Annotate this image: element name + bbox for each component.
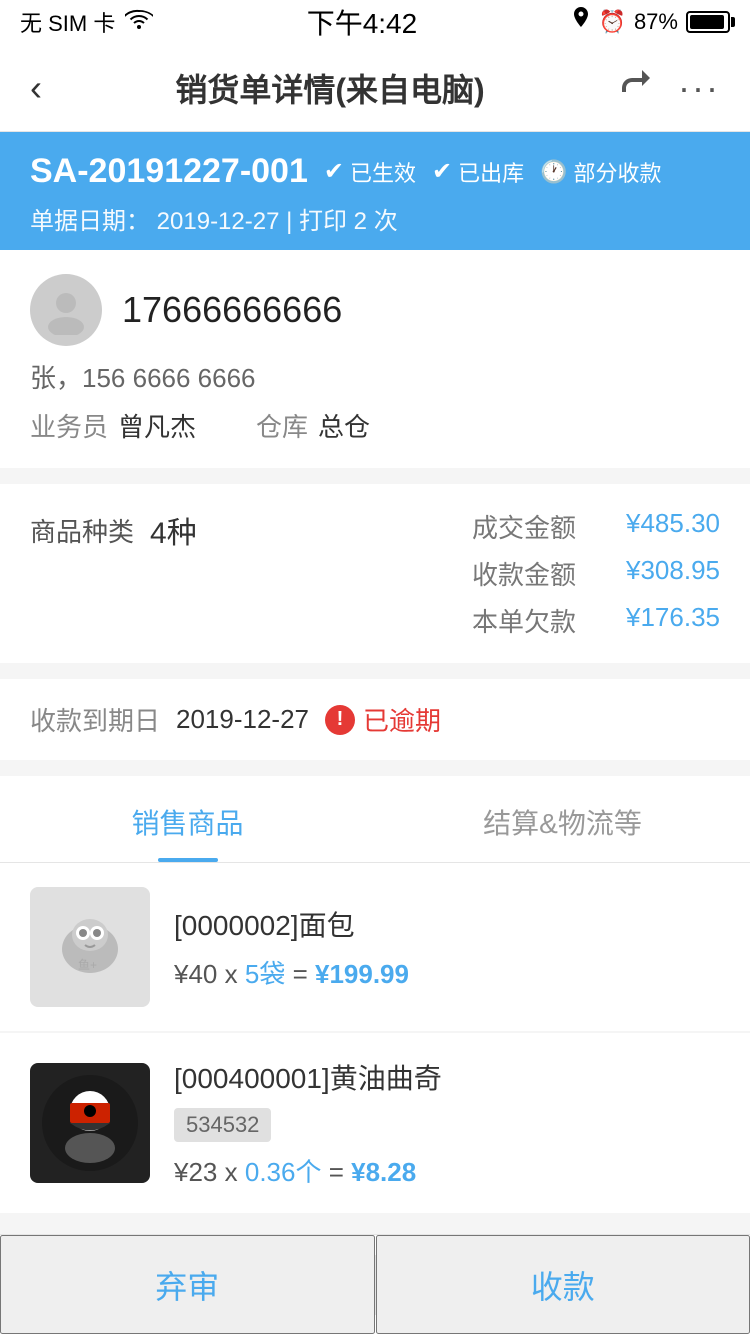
warehouse-item: 仓库 总仓: [256, 407, 370, 444]
status-bar-time: 下午4:42: [307, 2, 418, 42]
product-batch-2: 534532: [174, 1108, 271, 1142]
deal-amount-value: ¥485.30: [600, 508, 720, 545]
badge-shipped: ✔ 已出库: [432, 156, 524, 188]
nav-actions: ···: [618, 66, 720, 110]
amount-group: 成交金额 ¥485.30 收款金额 ¥308.95 本单欠款 ¥176.35: [472, 508, 720, 639]
list-item: [000400001]黄油曲奇 534532 ¥23 x 0.36个 = ¥8.…: [0, 1033, 750, 1213]
badge-partial: 🕐 部分收款: [540, 156, 661, 188]
receipt-amount-value: ¥308.95: [600, 555, 720, 592]
sales-rep-label: 业务员: [30, 407, 108, 444]
sales-rep-item: 业务员 曾凡杰: [30, 407, 196, 444]
carrier-label: 无 SIM 卡: [20, 6, 115, 38]
deal-amount-label: 成交金额: [472, 508, 576, 545]
product-price-2: ¥23 x 0.36个 = ¥8.28: [174, 1152, 720, 1189]
list-item: 鱼+ [0000002]面包 ¥40 x 5袋 = ¥199.99: [0, 863, 750, 1031]
product-qty-1: 5袋: [245, 959, 285, 989]
overdue-badge: ! 已逾期: [325, 701, 441, 738]
product-type-label: 商品种类: [30, 512, 134, 549]
battery-percent: 87%: [634, 9, 678, 35]
clock-icon: 🕐: [540, 159, 567, 185]
product-list: 鱼+ [0000002]面包 ¥40 x 5袋 = ¥199.99: [0, 863, 750, 1213]
order-id: SA-20191227-001: [30, 152, 308, 191]
sales-rep-value: 曾凡杰: [118, 407, 196, 444]
svg-text:鱼+: 鱼+: [78, 958, 97, 972]
header-banner: SA-20191227-001 ✔ 已生效 ✔ 已出库 🕐 部分收款 单据日期：…: [0, 132, 750, 250]
due-date-label: 收款到期日: [30, 701, 160, 738]
debt-amount-row: 本单欠款 ¥176.35: [472, 602, 720, 639]
warehouse-label: 仓库: [256, 407, 308, 444]
product-name-2: [000400001]黄油曲奇: [174, 1057, 720, 1097]
product-info-1: [0000002]面包 ¥40 x 5袋 = ¥199.99: [174, 904, 720, 991]
share-button[interactable]: [618, 66, 654, 110]
wifi-icon: [125, 9, 153, 35]
page-title: 销货单详情(来自电脑): [175, 65, 484, 111]
debt-amount-value: ¥176.35: [600, 602, 720, 639]
customer-row: 17666666666: [30, 274, 720, 346]
nav-bar: ‹ 销货单详情(来自电脑) ···: [0, 44, 750, 132]
deal-amount-row: 成交金额 ¥485.30: [472, 508, 720, 545]
collect-button[interactable]: 收款: [376, 1235, 750, 1334]
stats-section: 商品种类 4种 成交金额 ¥485.30 收款金额 ¥308.95 本单欠款 ¥…: [0, 484, 750, 663]
alarm-icon: ⏰: [599, 9, 626, 35]
status-bar: 无 SIM 卡 下午4:42 ⏰ 87%: [0, 0, 750, 44]
customer-id: 17666666666: [122, 289, 342, 331]
overdue-icon: !: [325, 705, 355, 735]
tabs-section: 销售商品 结算&物流等: [0, 776, 750, 863]
more-button[interactable]: ···: [678, 67, 720, 109]
debt-amount-label: 本单欠款: [472, 602, 576, 639]
product-price-1: ¥40 x 5袋 = ¥199.99: [174, 954, 720, 991]
banner-top: SA-20191227-001 ✔ 已生效 ✔ 已出库 🕐 部分收款: [30, 152, 720, 191]
stats-grid: 商品种类 4种 成交金额 ¥485.30 收款金额 ¥308.95 本单欠款 ¥…: [30, 508, 720, 639]
check-icon-1: ✔: [324, 157, 344, 186]
product-type-group: 商品种类 4种: [30, 508, 197, 552]
overdue-text: 已逾期: [363, 701, 441, 738]
status-bar-left: 无 SIM 卡: [20, 6, 153, 38]
product-type-count: 4种: [150, 508, 197, 552]
receipt-amount-row: 收款金额 ¥308.95: [472, 555, 720, 592]
customer-section: 17666666666 张，156 6666 6666 业务员 曾凡杰 仓库 总…: [0, 250, 750, 468]
product-thumbnail-2: [30, 1063, 150, 1183]
customer-meta: 业务员 曾凡杰 仓库 总仓: [30, 407, 720, 444]
warehouse-value: 总仓: [318, 407, 370, 444]
battery-icon: [686, 11, 730, 33]
status-bar-right: ⏰ 87%: [571, 7, 730, 37]
receipt-amount-label: 收款金额: [472, 555, 576, 592]
location-icon: [571, 7, 591, 37]
bottom-bar: 弃审 收款: [0, 1234, 750, 1334]
reject-button[interactable]: 弃审: [0, 1235, 375, 1334]
product-name-1: [0000002]面包: [174, 904, 720, 944]
due-date-value: 2019-12-27: [176, 704, 309, 735]
back-button[interactable]: ‹: [30, 67, 42, 109]
tab-sales[interactable]: 销售商品: [0, 776, 375, 862]
avatar: [30, 274, 102, 346]
product-total-2: ¥8.28: [351, 1157, 416, 1187]
banner-sub: 单据日期： 2019-12-27 | 打印 2 次: [30, 201, 720, 236]
tab-settlement[interactable]: 结算&物流等: [375, 776, 750, 862]
product-info-2: [000400001]黄油曲奇 534532 ¥23 x 0.36个 = ¥8.…: [174, 1057, 720, 1189]
product-thumbnail-1: 鱼+: [30, 887, 150, 1007]
due-section: 收款到期日 2019-12-27 ! 已逾期: [0, 679, 750, 760]
check-icon-2: ✔: [432, 157, 452, 186]
badge-effective: ✔ 已生效: [324, 156, 416, 188]
product-qty-2: 0.36个: [245, 1157, 322, 1187]
product-total-1: ¥199.99: [315, 959, 409, 989]
customer-name-phone: 张，156 6666 6666: [30, 358, 720, 395]
